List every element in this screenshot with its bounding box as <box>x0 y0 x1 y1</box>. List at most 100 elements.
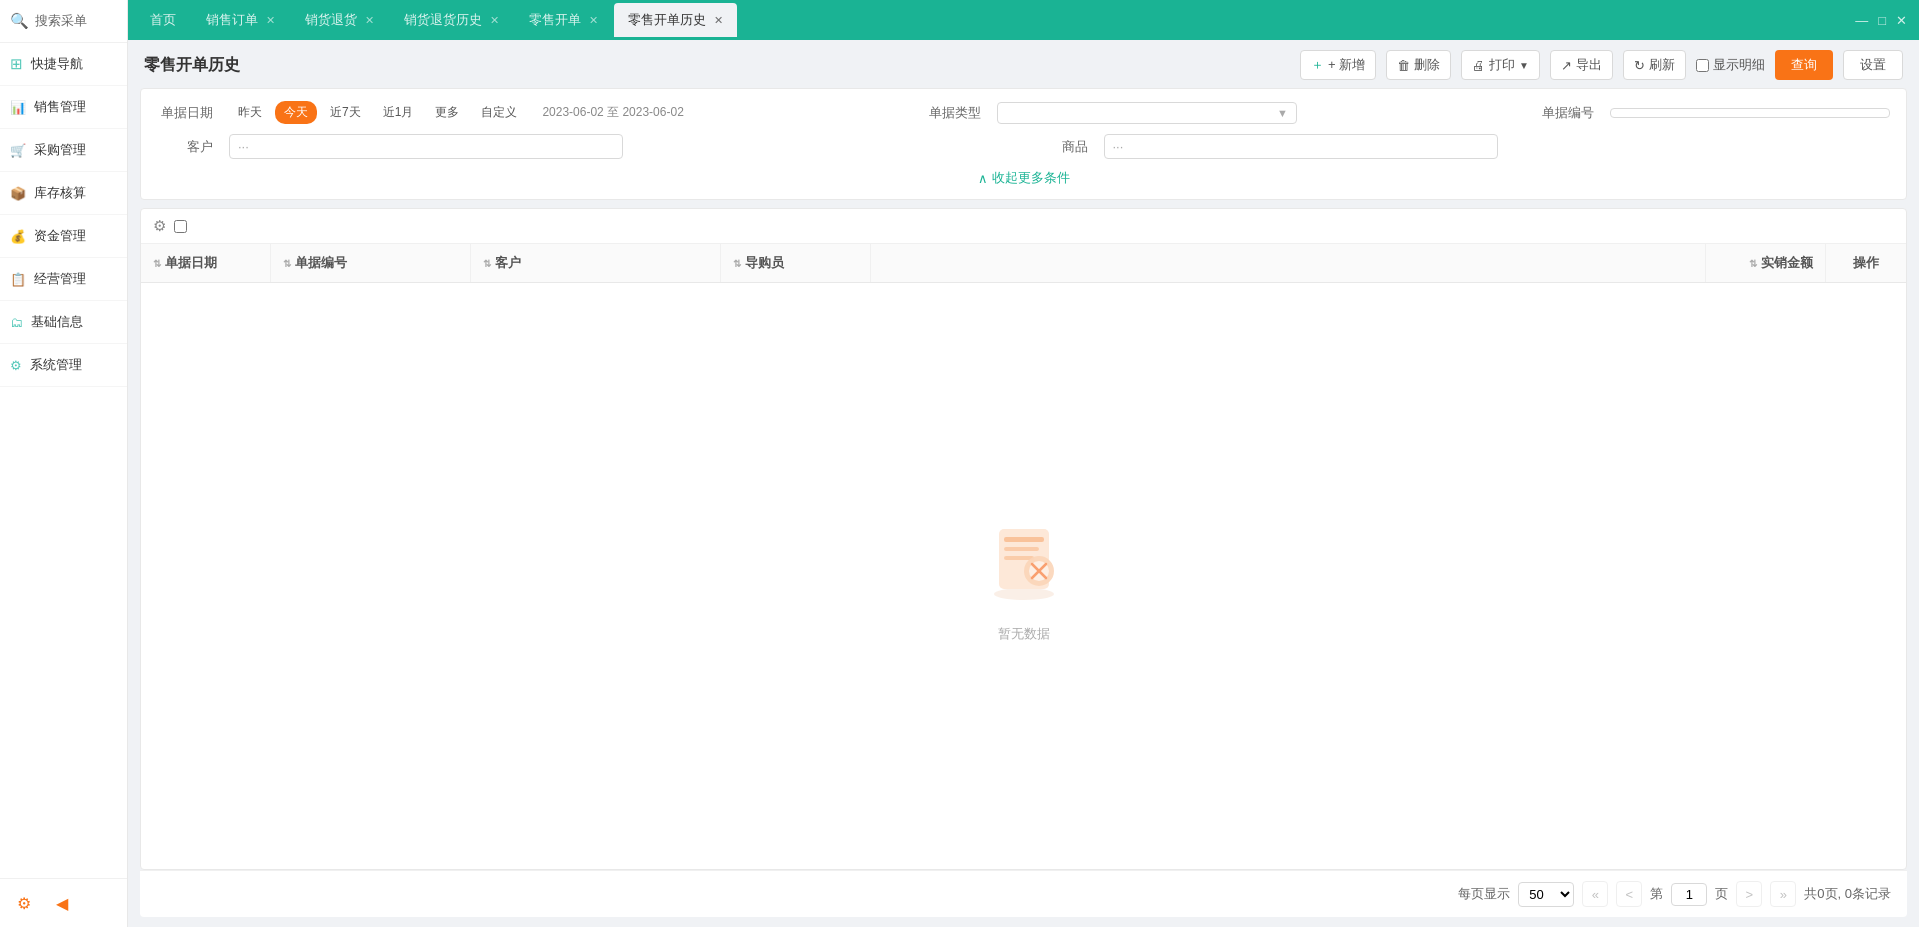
nav-sales-label: 销售管理 <box>34 98 86 116</box>
sort-date-icon[interactable]: ⇅ <box>153 258 161 269</box>
collapse-up-icon: ∧ <box>978 171 988 186</box>
date-btn-last-month[interactable]: 近1月 <box>374 101 423 124</box>
customer-input[interactable]: ··· <box>229 134 623 159</box>
sort-amount-icon[interactable]: ⇅ <box>1749 258 1757 269</box>
query-button[interactable]: 查询 <box>1775 50 1833 80</box>
tab-retail-open-close[interactable]: ✕ <box>589 14 598 27</box>
filter-row-2: 客户 ··· 商品 ··· <box>157 134 1890 159</box>
tab-sales-return-label: 销货退货 <box>305 11 357 29</box>
tab-sales-return-history-label: 销货退货历史 <box>404 11 482 29</box>
nav-basic-icon: 🗂 <box>10 315 23 330</box>
sidebar-item-system[interactable]: ⚙ 系统管理 <box>0 344 127 387</box>
tab-retail-open-history-label: 零售开单历史 <box>628 11 706 29</box>
settings-button[interactable]: 设置 <box>1843 50 1903 80</box>
th-num-label: 单据编号 <box>295 254 347 272</box>
nav-inventory-icon: 📦 <box>10 186 26 201</box>
sidebar-item-quick-nav[interactable]: ⊞ 快捷导航 <box>0 43 127 86</box>
filter-row-1: 单据日期 昨天 今天 近7天 近1月 更多 自定义 2023-06-02 至 2… <box>157 101 1890 124</box>
sidebar-item-purchase[interactable]: 🛒 采购管理 <box>0 129 127 172</box>
svg-rect-3 <box>1004 547 1039 551</box>
sidebar-item-operations[interactable]: 📋 经营管理 <box>0 258 127 301</box>
nav-ops-label: 经营管理 <box>34 270 86 288</box>
page-title: 零售开单历史 <box>144 55 240 76</box>
display-detail-input[interactable] <box>1696 59 1709 72</box>
export-button[interactable]: ↗ 导出 <box>1550 50 1613 80</box>
print-button[interactable]: 🖨 打印 ▼ <box>1461 50 1540 80</box>
doc-type-chevron-icon: ▼ <box>1277 107 1288 119</box>
collapse-filter-btn[interactable]: ∧ 收起更多条件 <box>978 169 1070 187</box>
tab-retail-open-history[interactable]: 零售开单历史 ✕ <box>614 3 737 37</box>
tab-home[interactable]: 首页 <box>136 3 190 37</box>
delete-icon: 🗑 <box>1397 58 1410 73</box>
doc-type-select[interactable]: ▼ <box>997 102 1297 124</box>
th-op-label: 操作 <box>1853 254 1879 272</box>
table-gear-btn[interactable]: ⚙ <box>153 217 166 235</box>
date-btn-custom[interactable]: 自定义 <box>472 101 526 124</box>
product-dots-icon: ··· <box>1113 139 1124 154</box>
th-spacer <box>871 244 1706 282</box>
tab-sales-return-history[interactable]: 销货退货历史 ✕ <box>390 3 513 37</box>
nav-inventory-label: 库存核算 <box>34 184 86 202</box>
sidebar-item-finance[interactable]: 💰 资金管理 <box>0 215 127 258</box>
display-detail-checkbox[interactable]: 显示明细 <box>1696 56 1765 74</box>
tab-retail-open[interactable]: 零售开单 ✕ <box>515 3 612 37</box>
svg-rect-2 <box>1004 537 1044 542</box>
sidebar-item-sales[interactable]: 📊 销售管理 <box>0 86 127 129</box>
tab-sales-order-close[interactable]: ✕ <box>266 14 275 27</box>
tab-sales-order-label: 销售订单 <box>206 11 258 29</box>
table-header: ⇅ 单据日期 ⇅ 单据编号 ⇅ 客户 ⇅ 导购员 <box>141 244 1906 283</box>
last-page-btn[interactable]: » <box>1770 881 1796 907</box>
nav-system-icon: ⚙ <box>10 358 22 373</box>
doc-num-label: 单据编号 <box>1538 104 1594 122</box>
per-page-select[interactable]: 50 10 20 100 <box>1518 882 1574 907</box>
delete-button[interactable]: 🗑 删除 <box>1386 50 1451 80</box>
prev-page-btn[interactable]: < <box>1616 881 1642 907</box>
page-suffix-label: 页 <box>1715 885 1728 903</box>
date-quick-btns: 昨天 今天 近7天 近1月 更多 自定义 <box>229 101 526 124</box>
tab-retail-open-history-close[interactable]: ✕ <box>714 14 723 27</box>
doc-num-input[interactable] <box>1610 108 1890 118</box>
total-info: 共0页, 0条记录 <box>1804 885 1891 903</box>
close-btn[interactable]: ✕ <box>1896 13 1907 28</box>
page-header: 零售开单历史 ＋ + 新增 🗑 删除 🖨 打印 ▼ ↗ 导出 <box>128 40 1919 88</box>
tab-sales-return[interactable]: 销货退货 ✕ <box>291 3 388 37</box>
sort-num-icon[interactable]: ⇅ <box>283 258 291 269</box>
product-input[interactable]: ··· <box>1104 134 1498 159</box>
th-client-label: 客户 <box>495 254 521 272</box>
tab-sales-return-history-close[interactable]: ✕ <box>490 14 499 27</box>
date-btn-more[interactable]: 更多 <box>426 101 468 124</box>
tab-sales-order[interactable]: 销售订单 ✕ <box>192 3 289 37</box>
select-all-checkbox[interactable] <box>174 220 187 233</box>
collapse-sidebar-btn[interactable]: ◀ <box>48 889 76 917</box>
search-entry[interactable]: 🔍 搜索采单 <box>0 0 127 43</box>
nav-quick-label: 快捷导航 <box>31 55 83 73</box>
pagination: 每页显示 50 10 20 100 « < 第 页 > <box>140 870 1907 917</box>
add-button[interactable]: ＋ + 新增 <box>1300 50 1376 80</box>
sidebar-item-basic-info[interactable]: 🗂 基础信息 <box>0 301 127 344</box>
date-label: 单据日期 <box>157 104 213 122</box>
sort-client-icon[interactable]: ⇅ <box>483 258 491 269</box>
empty-text: 暂无数据 <box>998 625 1050 643</box>
th-guide-label: 导购员 <box>745 254 784 272</box>
minimize-btn[interactable]: — <box>1855 13 1868 28</box>
tab-sales-return-close[interactable]: ✕ <box>365 14 374 27</box>
nav-system-label: 系统管理 <box>30 356 82 374</box>
content-area: 零售开单历史 ＋ + 新增 🗑 删除 🖨 打印 ▼ ↗ 导出 <box>128 40 1919 927</box>
date-range-display: 2023-06-02 至 2023-06-02 <box>542 104 683 121</box>
main-content: 首页 销售订单 ✕ 销货退货 ✕ 销货退货历史 ✕ 零售开单 ✕ 零售开单历史 … <box>128 0 1919 927</box>
sort-guide-icon[interactable]: ⇅ <box>733 258 741 269</box>
next-page-btn[interactable]: > <box>1736 881 1762 907</box>
settings-icon-btn[interactable]: ⚙ <box>10 889 38 917</box>
date-btn-last7[interactable]: 近7天 <box>321 101 370 124</box>
maximize-btn[interactable]: □ <box>1878 13 1886 28</box>
date-btn-yesterday[interactable]: 昨天 <box>229 101 271 124</box>
page-number-input[interactable] <box>1671 883 1707 906</box>
refresh-button[interactable]: ↻ 刷新 <box>1623 50 1686 80</box>
first-page-btn[interactable]: « <box>1582 881 1608 907</box>
filter-area: 单据日期 昨天 今天 近7天 近1月 更多 自定义 2023-06-02 至 2… <box>140 88 1907 200</box>
customer-label: 客户 <box>157 138 213 156</box>
add-icon: ＋ <box>1311 56 1324 74</box>
sidebar-item-inventory[interactable]: 📦 库存核算 <box>0 172 127 215</box>
header-actions: ＋ + 新增 🗑 删除 🖨 打印 ▼ ↗ 导出 ↻ <box>1300 50 1903 80</box>
date-btn-today[interactable]: 今天 <box>275 101 317 124</box>
